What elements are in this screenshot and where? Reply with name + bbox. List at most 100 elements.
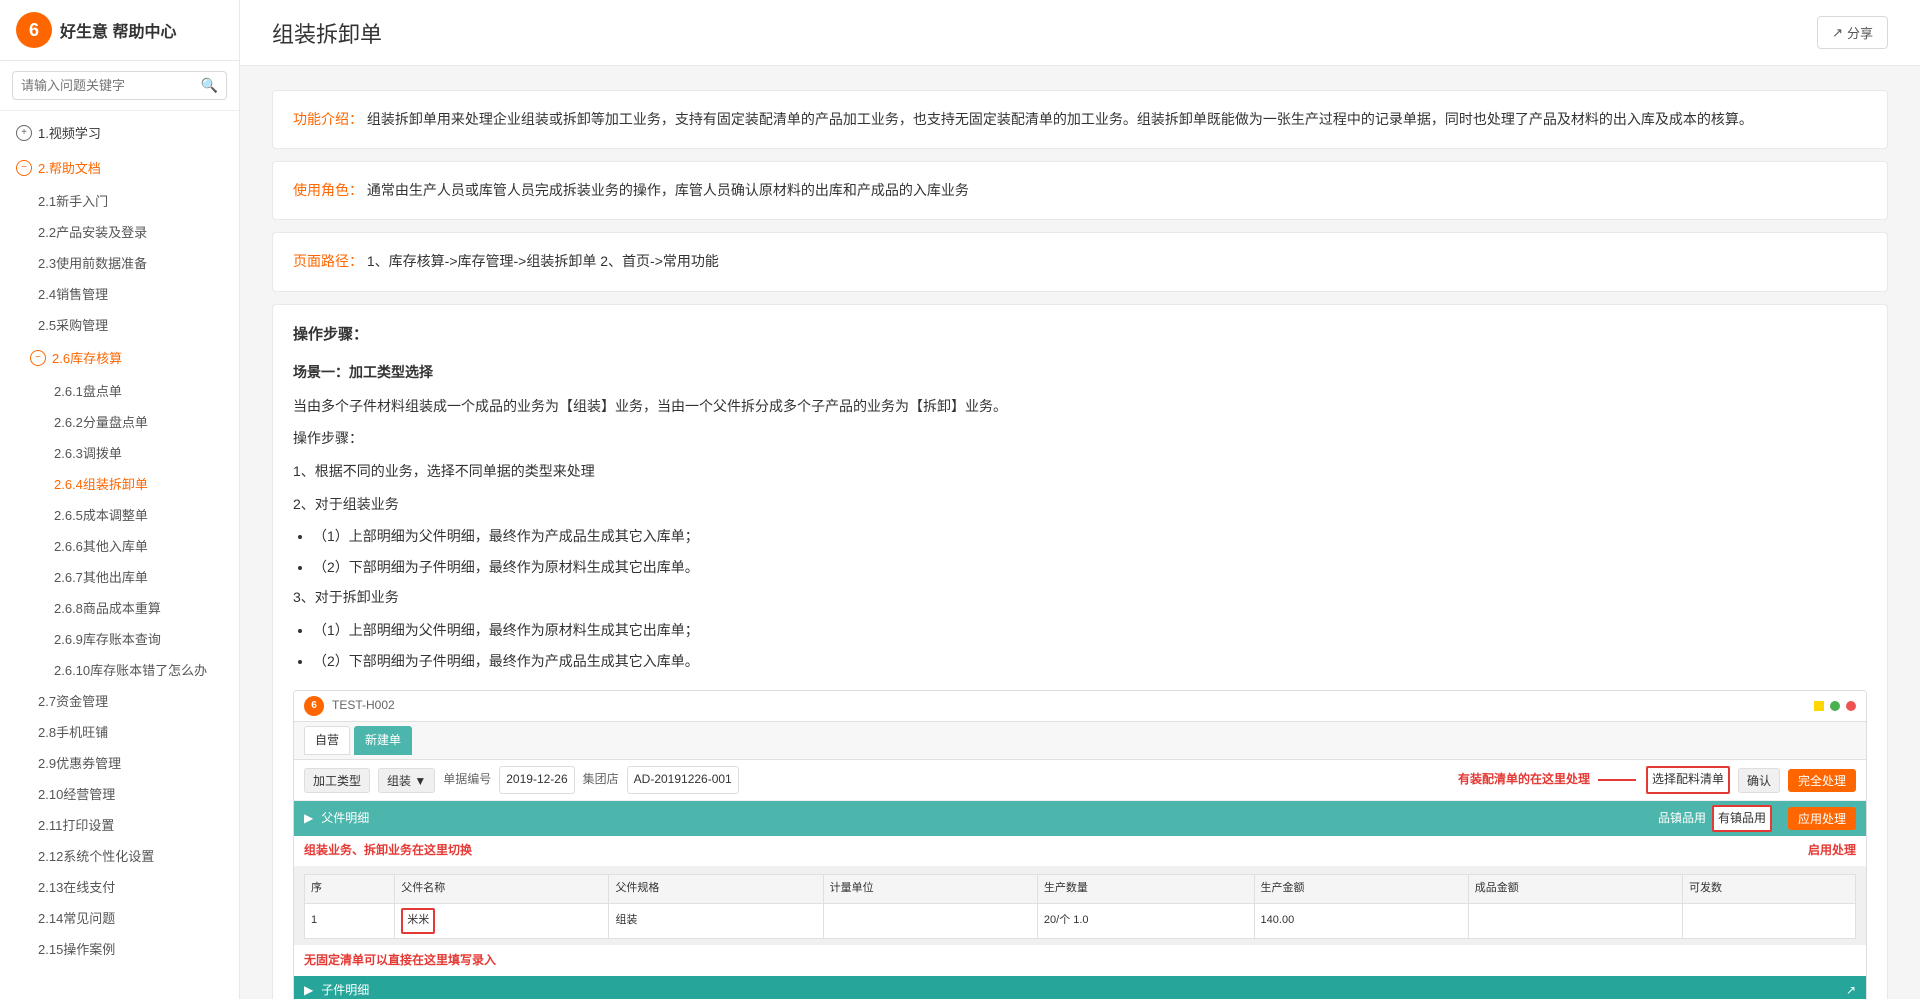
ss-td-name-box: 米米 bbox=[401, 908, 435, 934]
sidebar-item-262[interactable]: 2.6.2分量盘点单 bbox=[0, 406, 239, 437]
main-header: 组装拆卸单 ↗ 分享 bbox=[240, 0, 1920, 66]
step3-2: （2）下部明细为子件明细，最终作为产成品生成其它入库单。 bbox=[313, 648, 1867, 675]
ss-annotation4-row: 无固定清单可以直接在这里填写录入 bbox=[294, 945, 1866, 976]
ss-th-prod-amount: 生产金额 bbox=[1254, 875, 1468, 904]
sidebar-item-label: 2.6库存核算 bbox=[52, 348, 122, 367]
step1: 1、根据不同的业务，选择不同单据的类型来处理 bbox=[293, 458, 1867, 485]
path-label: 页面路径： bbox=[293, 253, 363, 269]
ss-logo-icon: 6 bbox=[304, 696, 324, 716]
ss-btn-full-process[interactable]: 完全处理 bbox=[1788, 769, 1856, 792]
nav-toggle-minus-icon: − bbox=[16, 160, 32, 176]
search-box[interactable]: 🔍 bbox=[0, 61, 239, 111]
sidebar-item-cases[interactable]: 2.15操作案例 bbox=[0, 933, 239, 964]
step2-list: （1）上部明细为父件明细，最终作为产成品生成其它入库单； （2）下部明细为子件明… bbox=[293, 523, 1867, 580]
ss-tab-ziying[interactable]: 自营 bbox=[304, 726, 350, 756]
ss-arrow1-icon bbox=[1598, 772, 1638, 788]
page-title: 组装拆卸单 bbox=[272, 17, 382, 49]
ss-btn-confirm[interactable]: 确认 bbox=[1738, 768, 1780, 793]
sidebar: 6 好生意 帮助中心 🔍 + 1.视频学习 − 2.帮助文档 2.1新手入门 2… bbox=[0, 0, 240, 999]
sidebar-item-265[interactable]: 2.6.5成本调整单 bbox=[0, 499, 239, 530]
nav-toggle-plus-icon: + bbox=[16, 125, 32, 141]
ss-field1-label: 品镇品用 bbox=[1658, 808, 1706, 830]
sidebar-item-264[interactable]: 2.6.4组装拆卸单 bbox=[0, 468, 239, 499]
share-button[interactable]: ↗ 分享 bbox=[1817, 16, 1888, 49]
ss-date-label: 单据编号 bbox=[443, 769, 491, 791]
sidebar-item-mobile[interactable]: 2.8手机旺铺 bbox=[0, 716, 239, 747]
sidebar-item-263[interactable]: 2.6.3调拨单 bbox=[0, 437, 239, 468]
main-panel: 组装拆卸单 ↗ 分享 功能介绍： 组装拆卸单用来处理企业组装或拆卸等加工业务，支… bbox=[240, 0, 1920, 999]
scene1-title: 场景一：加工类型选择 bbox=[293, 360, 1867, 385]
ss-th-seq: 序 bbox=[305, 875, 395, 904]
ss-field1-input[interactable]: 有镇品用 bbox=[1712, 805, 1772, 833]
sidebar-item-capital[interactable]: 2.7资金管理 bbox=[0, 685, 239, 716]
ss-order-field[interactable]: AD-20191226-001 bbox=[627, 766, 739, 794]
ss-th-available: 可发数 bbox=[1683, 875, 1856, 904]
sidebar-item-print[interactable]: 2.11打印设置 bbox=[0, 809, 239, 840]
sidebar-header: 6 好生意 帮助中心 bbox=[0, 0, 239, 61]
sidebar-item-268[interactable]: 2.6.8商品成本重算 bbox=[0, 592, 239, 623]
sidebar-item-267[interactable]: 2.6.7其他出库单 bbox=[0, 561, 239, 592]
search-input[interactable] bbox=[21, 78, 201, 93]
sidebar-item-video[interactable]: + 1.视频学习 bbox=[0, 115, 239, 150]
sidebar-item-purchase[interactable]: 2.5采购管理 bbox=[0, 309, 239, 340]
ss-section-label: 父件明细 bbox=[321, 808, 369, 830]
main-content: 功能介绍： 组装拆卸单用来处理企业组装或拆卸等加工业务，支持有固定装配清单的产品… bbox=[240, 66, 1920, 999]
role-label: 使用角色： bbox=[293, 182, 363, 198]
ss-toolbar-row1: 加工类型 组装 ▼ 单据编号 2019-12-26 集团店 AD-2019122… bbox=[294, 760, 1866, 801]
sidebar-item-data[interactable]: 2.3使用前数据准备 bbox=[0, 247, 239, 278]
sidebar-item-help[interactable]: − 2.帮助文档 bbox=[0, 150, 239, 185]
ss-tab-new[interactable]: 新建单 bbox=[354, 726, 412, 756]
sidebar-item-269[interactable]: 2.6.9库存账本查询 bbox=[0, 623, 239, 654]
app-title: 好生意 帮助中心 bbox=[60, 18, 176, 42]
scene1-desc: 当由多个子件材料组装成一个成品的业务为【组装】业务，当由一个父件拆分成多个子产品… bbox=[293, 393, 1867, 420]
ss-td-prod-qty: 20/个 1.0 bbox=[1037, 903, 1254, 938]
ss-expand-icon[interactable]: ↗ bbox=[1846, 980, 1856, 999]
ss-date-field[interactable]: 2019-12-26 bbox=[499, 766, 574, 794]
sidebar-item-ops[interactable]: 2.10经营管理 bbox=[0, 778, 239, 809]
sidebar-item-faq[interactable]: 2.14常见问题 bbox=[0, 902, 239, 933]
ss-td-seq: 1 bbox=[305, 903, 395, 938]
ss-btn-edit[interactable]: 组装 ▼ bbox=[378, 768, 435, 793]
step2: 2、对于组装业务 bbox=[293, 491, 1867, 518]
sidebar-item-sales[interactable]: 2.4销售管理 bbox=[0, 278, 239, 309]
ss-top-table-wrap: 序 父件名称 父件规格 计量单位 生产数量 生产金额 成品金额 可发数 bbox=[294, 874, 1866, 945]
role-block: 使用角色： 通常由生产人员或库管人员完成拆装业务的操作，库管人员确认原材料的出库… bbox=[272, 161, 1888, 220]
nav-toggle-inventory-icon: − bbox=[30, 350, 46, 366]
sidebar-item-inventory[interactable]: − 2.6库存核算 bbox=[0, 340, 239, 375]
ops-title: 操作步骤： bbox=[293, 321, 1867, 348]
ss-btn-save[interactable]: 加工类型 bbox=[304, 768, 370, 793]
ss-top-table: 序 父件名称 父件规格 计量单位 生产数量 生产金额 成品金额 可发数 bbox=[304, 874, 1856, 939]
ss-annotation2: 组装业务、拆卸业务在这里切换 bbox=[304, 840, 472, 862]
ss-td-parent-name: 米米 bbox=[395, 903, 609, 938]
nav-section: + 1.视频学习 − 2.帮助文档 2.1新手入门 2.2产品安装及登录 2.3… bbox=[0, 111, 239, 968]
ss-annotation1: 有装配清单的在这里处理 bbox=[1458, 769, 1590, 791]
ss-btn-bom[interactable]: 选择配料清单 bbox=[1646, 766, 1730, 794]
ss-th-parent-spec: 父件规格 bbox=[609, 875, 823, 904]
intro-label: 功能介绍： bbox=[293, 111, 363, 127]
step3-list: （1）上部明细为父件明细，最终作为原材料生成其它出库单； （2）下部明细为子件明… bbox=[293, 617, 1867, 674]
sidebar-item-261[interactable]: 2.6.1盘点单 bbox=[0, 375, 239, 406]
logo-icon: 6 bbox=[16, 12, 52, 48]
sidebar-item-coupon[interactable]: 2.9优惠券管理 bbox=[0, 747, 239, 778]
search-input-wrap[interactable]: 🔍 bbox=[12, 71, 227, 100]
intro-block: 功能介绍： 组装拆卸单用来处理企业组装或拆卸等加工业务，支持有固定装配清单的产品… bbox=[272, 90, 1888, 149]
sidebar-item-266[interactable]: 2.6.6其他入库单 bbox=[0, 530, 239, 561]
ss-annotation-row: 组装业务、拆卸业务在这里切换 启用处理 bbox=[294, 836, 1866, 866]
sidebar-item-system[interactable]: 2.12系统个性化设置 bbox=[0, 840, 239, 871]
step3-1: （1）上部明细为父件明细，最终作为原材料生成其它出库单； bbox=[313, 617, 1867, 644]
ss-section-header2: ▶ 子件明细 ↗ bbox=[294, 976, 1866, 999]
ss-order-label: 集团店 bbox=[583, 769, 619, 791]
ss-annotation4: 无固定清单可以直接在这里填写录入 bbox=[304, 953, 496, 967]
search-icon[interactable]: 🔍 bbox=[201, 77, 218, 94]
ss-btn-apply[interactable]: 应用处理 bbox=[1788, 807, 1856, 831]
path-text: 1、库存核算->库存管理->组装拆卸单 2、首页->常用功能 bbox=[367, 253, 719, 269]
ss-td-spec: 组装 bbox=[609, 903, 823, 938]
share-icon: ↗ bbox=[1832, 25, 1843, 41]
ss-annotation3: 启用处理 bbox=[1808, 840, 1856, 862]
sidebar-item-2610[interactable]: 2.6.10库存账本错了怎么办 bbox=[0, 654, 239, 685]
sidebar-item-newuser[interactable]: 2.1新手入门 bbox=[0, 185, 239, 216]
sidebar-item-install[interactable]: 2.2产品安装及登录 bbox=[0, 216, 239, 247]
sidebar-item-online[interactable]: 2.13在线支付 bbox=[0, 871, 239, 902]
ss-section2-label: 子件明细 bbox=[321, 980, 369, 999]
ss-apply-button[interactable]: 应用处理 bbox=[1788, 807, 1856, 830]
